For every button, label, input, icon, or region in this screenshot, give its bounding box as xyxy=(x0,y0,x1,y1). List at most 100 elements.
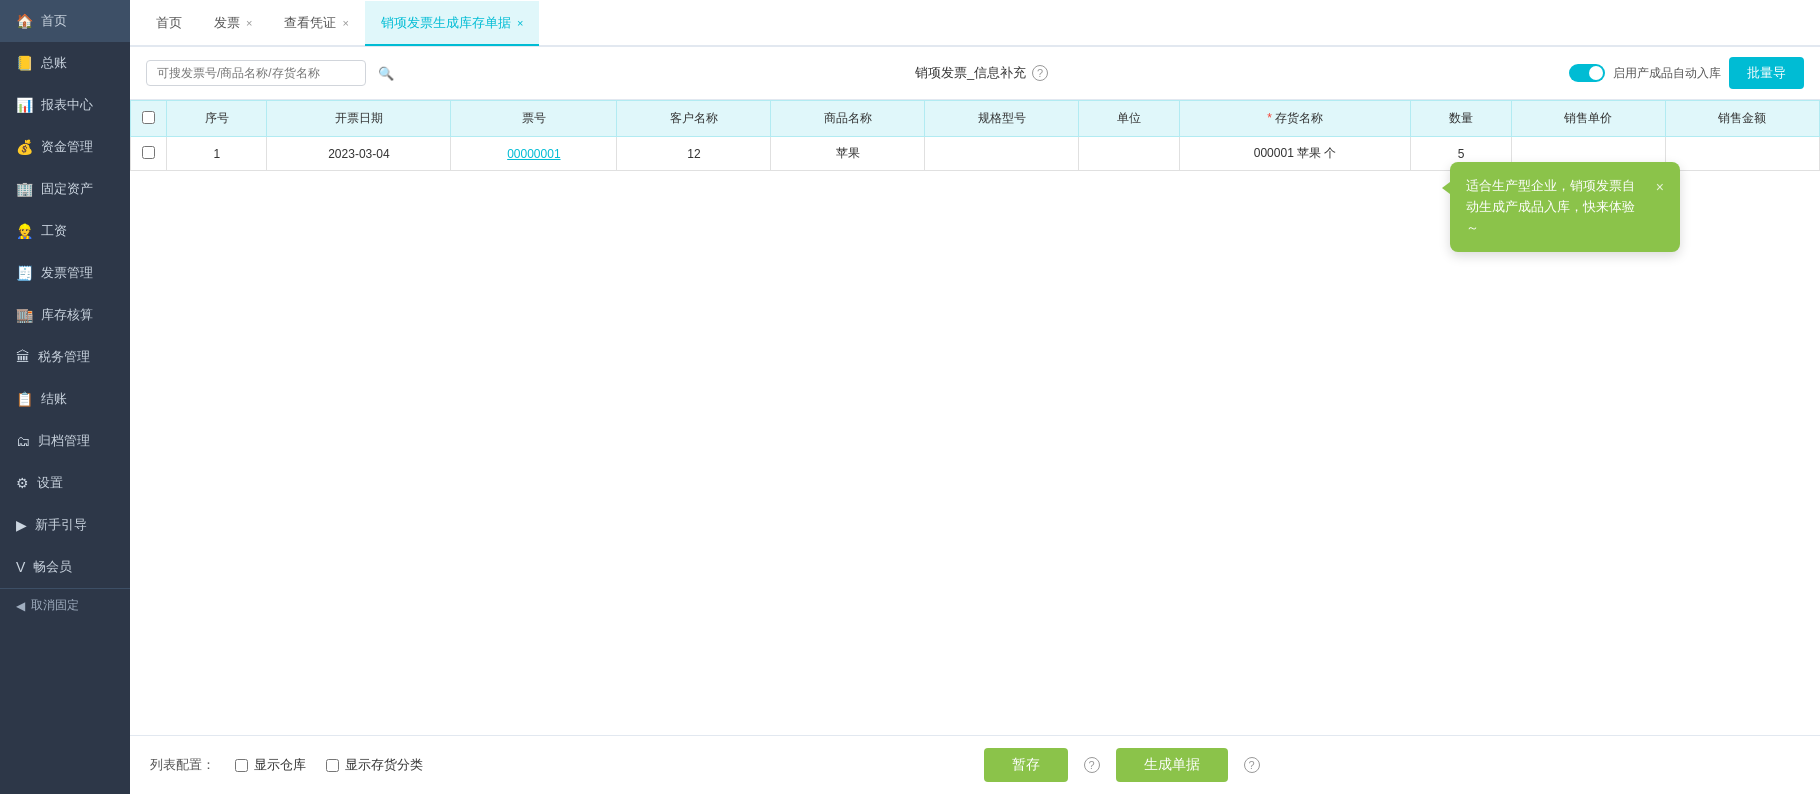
th-checkbox xyxy=(131,101,167,137)
tab-voucher-label: 查看凭证 xyxy=(284,14,336,32)
sidebar-item-wage[interactable]: 👷 工资 xyxy=(0,210,130,252)
sidebar: 🏠 首页 📒 总账 📊 报表中心 💰 资金管理 🏢 固定资产 👷 工资 🧾 发票… xyxy=(0,0,130,794)
settle-icon: 📋 xyxy=(16,391,33,407)
th-unit: 单位 xyxy=(1079,101,1179,137)
sidebar-item-label: 畅会员 xyxy=(33,558,72,576)
sidebar-item-label: 发票管理 xyxy=(41,264,93,282)
archive-icon: 🗂 xyxy=(16,433,30,449)
th-amount: 销售金额 xyxy=(1665,101,1819,137)
th-qty: 数量 xyxy=(1411,101,1511,137)
row-inventory: 000001 苹果 个 xyxy=(1179,137,1411,171)
stock-icon: 🏬 xyxy=(16,307,33,323)
tab-stockreceipt-label: 销项发票生成库存单据 xyxy=(381,14,511,32)
tab-stockreceipt[interactable]: 销项发票生成库存单据 × xyxy=(365,1,539,46)
close-voucher-icon[interactable]: × xyxy=(342,17,348,29)
th-customer: 客户名称 xyxy=(617,101,771,137)
sidebar-item-label: 税务管理 xyxy=(38,348,90,366)
sidebar-item-settings[interactable]: ⚙ 设置 xyxy=(0,462,130,504)
tab-invoice-label: 发票 xyxy=(214,14,240,32)
sidebar-item-guide[interactable]: ▶ 新手引导 xyxy=(0,504,130,546)
sidebar-item-label: 首页 xyxy=(41,12,67,30)
data-table: 序号 开票日期 票号 客户名称 商品名称 规格型号 单位 存货名称 数量 销售单… xyxy=(130,100,1820,171)
sidebar-item-fixed[interactable]: 🏢 固定资产 xyxy=(0,168,130,210)
toolbar-center: 销项发票_信息补充 ? xyxy=(406,64,1557,82)
show-warehouse-label: 显示仓库 xyxy=(254,756,306,774)
bottom-center: 暂存 ? 生成单据 ? xyxy=(443,748,1800,782)
th-spec: 规格型号 xyxy=(925,101,1079,137)
content-area: 🔍 销项发票_信息补充 ? 启用产成品自动入库 批量导 序号 xyxy=(130,47,1820,794)
th-ticketno: 票号 xyxy=(451,101,617,137)
show-warehouse-checkbox[interactable] xyxy=(235,759,248,772)
row-date: 2023-03-04 xyxy=(267,137,451,171)
th-unitprice: 销售单价 xyxy=(1511,101,1665,137)
tooltip-close-icon[interactable]: × xyxy=(1656,176,1664,198)
row-unit xyxy=(1079,137,1179,171)
sidebar-item-report[interactable]: 📊 报表中心 xyxy=(0,84,130,126)
list-config-label: 列表配置： xyxy=(150,756,215,774)
tab-bar: 首页 发票 × 查看凭证 × 销项发票生成库存单据 × xyxy=(130,0,1820,47)
home-icon: 🏠 xyxy=(16,13,33,29)
sidebar-item-home[interactable]: 🏠 首页 xyxy=(0,0,130,42)
sidebar-item-label: 库存核算 xyxy=(41,306,93,324)
tooltip-popup: × 适合生产型企业，销项发票自动生成产成品入库，快来体验～ xyxy=(1450,162,1680,252)
search-input[interactable] xyxy=(146,60,366,86)
row-seq: 1 xyxy=(167,137,267,171)
sidebar-item-vip[interactable]: V 畅会员 xyxy=(0,546,130,588)
sidebar-item-label: 归档管理 xyxy=(38,432,90,450)
batch-button[interactable]: 批量导 xyxy=(1729,57,1804,89)
sidebar-item-label: 资金管理 xyxy=(41,138,93,156)
show-warehouse-group[interactable]: 显示仓库 xyxy=(235,756,306,774)
sidebar-item-archive[interactable]: 🗂 归档管理 xyxy=(0,420,130,462)
tab-home[interactable]: 首页 xyxy=(140,1,198,46)
sidebar-item-settle[interactable]: 📋 结账 xyxy=(0,378,130,420)
row-checkbox[interactable] xyxy=(142,146,155,159)
vip-icon: V xyxy=(16,559,25,575)
toggle-label: 启用产成品自动入库 xyxy=(1613,65,1721,82)
row-ticketno[interactable]: 00000001 xyxy=(451,137,617,171)
show-category-label: 显示存货分类 xyxy=(345,756,423,774)
show-category-group[interactable]: 显示存货分类 xyxy=(326,756,423,774)
sidebar-item-stock[interactable]: 🏬 库存核算 xyxy=(0,294,130,336)
show-category-checkbox[interactable] xyxy=(326,759,339,772)
close-stockreceipt-icon[interactable]: × xyxy=(517,17,523,29)
toolbar-help-icon[interactable]: ? xyxy=(1032,65,1048,81)
sidebar-item-invoice[interactable]: 🧾 发票管理 xyxy=(0,252,130,294)
sidebar-item-label: 报表中心 xyxy=(41,96,93,114)
generate-button[interactable]: 生成单据 xyxy=(1116,748,1228,782)
sidebar-item-tax[interactable]: 🏛 税务管理 xyxy=(0,336,130,378)
tab-home-label: 首页 xyxy=(156,14,182,32)
tab-invoice[interactable]: 发票 × xyxy=(198,1,268,46)
pin-icon: ◀ xyxy=(16,599,25,613)
toolbar: 🔍 销项发票_信息补充 ? 启用产成品自动入库 批量导 xyxy=(130,47,1820,100)
invoice-icon: 🧾 xyxy=(16,265,33,281)
tax-icon: 🏛 xyxy=(16,349,30,365)
sidebar-item-label: 结账 xyxy=(41,390,67,408)
close-invoice-icon[interactable]: × xyxy=(246,17,252,29)
select-all-checkbox[interactable] xyxy=(142,111,155,124)
search-icon[interactable]: 🔍 xyxy=(378,66,394,81)
auto-warehouse-toggle[interactable] xyxy=(1569,64,1605,82)
bottom-bar: 列表配置： 显示仓库 显示存货分类 暂存 ? 生成单据 ? xyxy=(130,735,1820,794)
save-help-icon[interactable]: ? xyxy=(1084,757,1100,773)
sidebar-item-label: 总账 xyxy=(41,54,67,72)
fixed-icon: 🏢 xyxy=(16,181,33,197)
generate-help-icon[interactable]: ? xyxy=(1244,757,1260,773)
sidebar-item-ledger[interactable]: 📒 总账 xyxy=(0,42,130,84)
row-customer: 12 xyxy=(617,137,771,171)
row-spec xyxy=(925,137,1079,171)
tab-voucher[interactable]: 查看凭证 × xyxy=(268,1,364,46)
info-label: 销项发票_信息补充 xyxy=(915,64,1026,82)
save-button[interactable]: 暂存 xyxy=(984,748,1068,782)
tooltip-text: 适合生产型企业，销项发票自动生成产成品入库，快来体验～ xyxy=(1466,178,1635,235)
report-icon: 📊 xyxy=(16,97,33,113)
pin-area[interactable]: ◀ 取消固定 xyxy=(0,588,130,622)
sidebar-item-fund[interactable]: 💰 资金管理 xyxy=(0,126,130,168)
row-product: 苹果 xyxy=(771,137,925,171)
toolbar-right: 启用产成品自动入库 批量导 xyxy=(1569,57,1804,89)
main-area: 首页 发票 × 查看凭证 × 销项发票生成库存单据 × 🔍 销项发票_信息补充 … xyxy=(130,0,1820,794)
sidebar-item-label: 设置 xyxy=(37,474,63,492)
pin-label: 取消固定 xyxy=(31,597,79,614)
th-seq: 序号 xyxy=(167,101,267,137)
th-product: 商品名称 xyxy=(771,101,925,137)
sidebar-item-label: 固定资产 xyxy=(41,180,93,198)
